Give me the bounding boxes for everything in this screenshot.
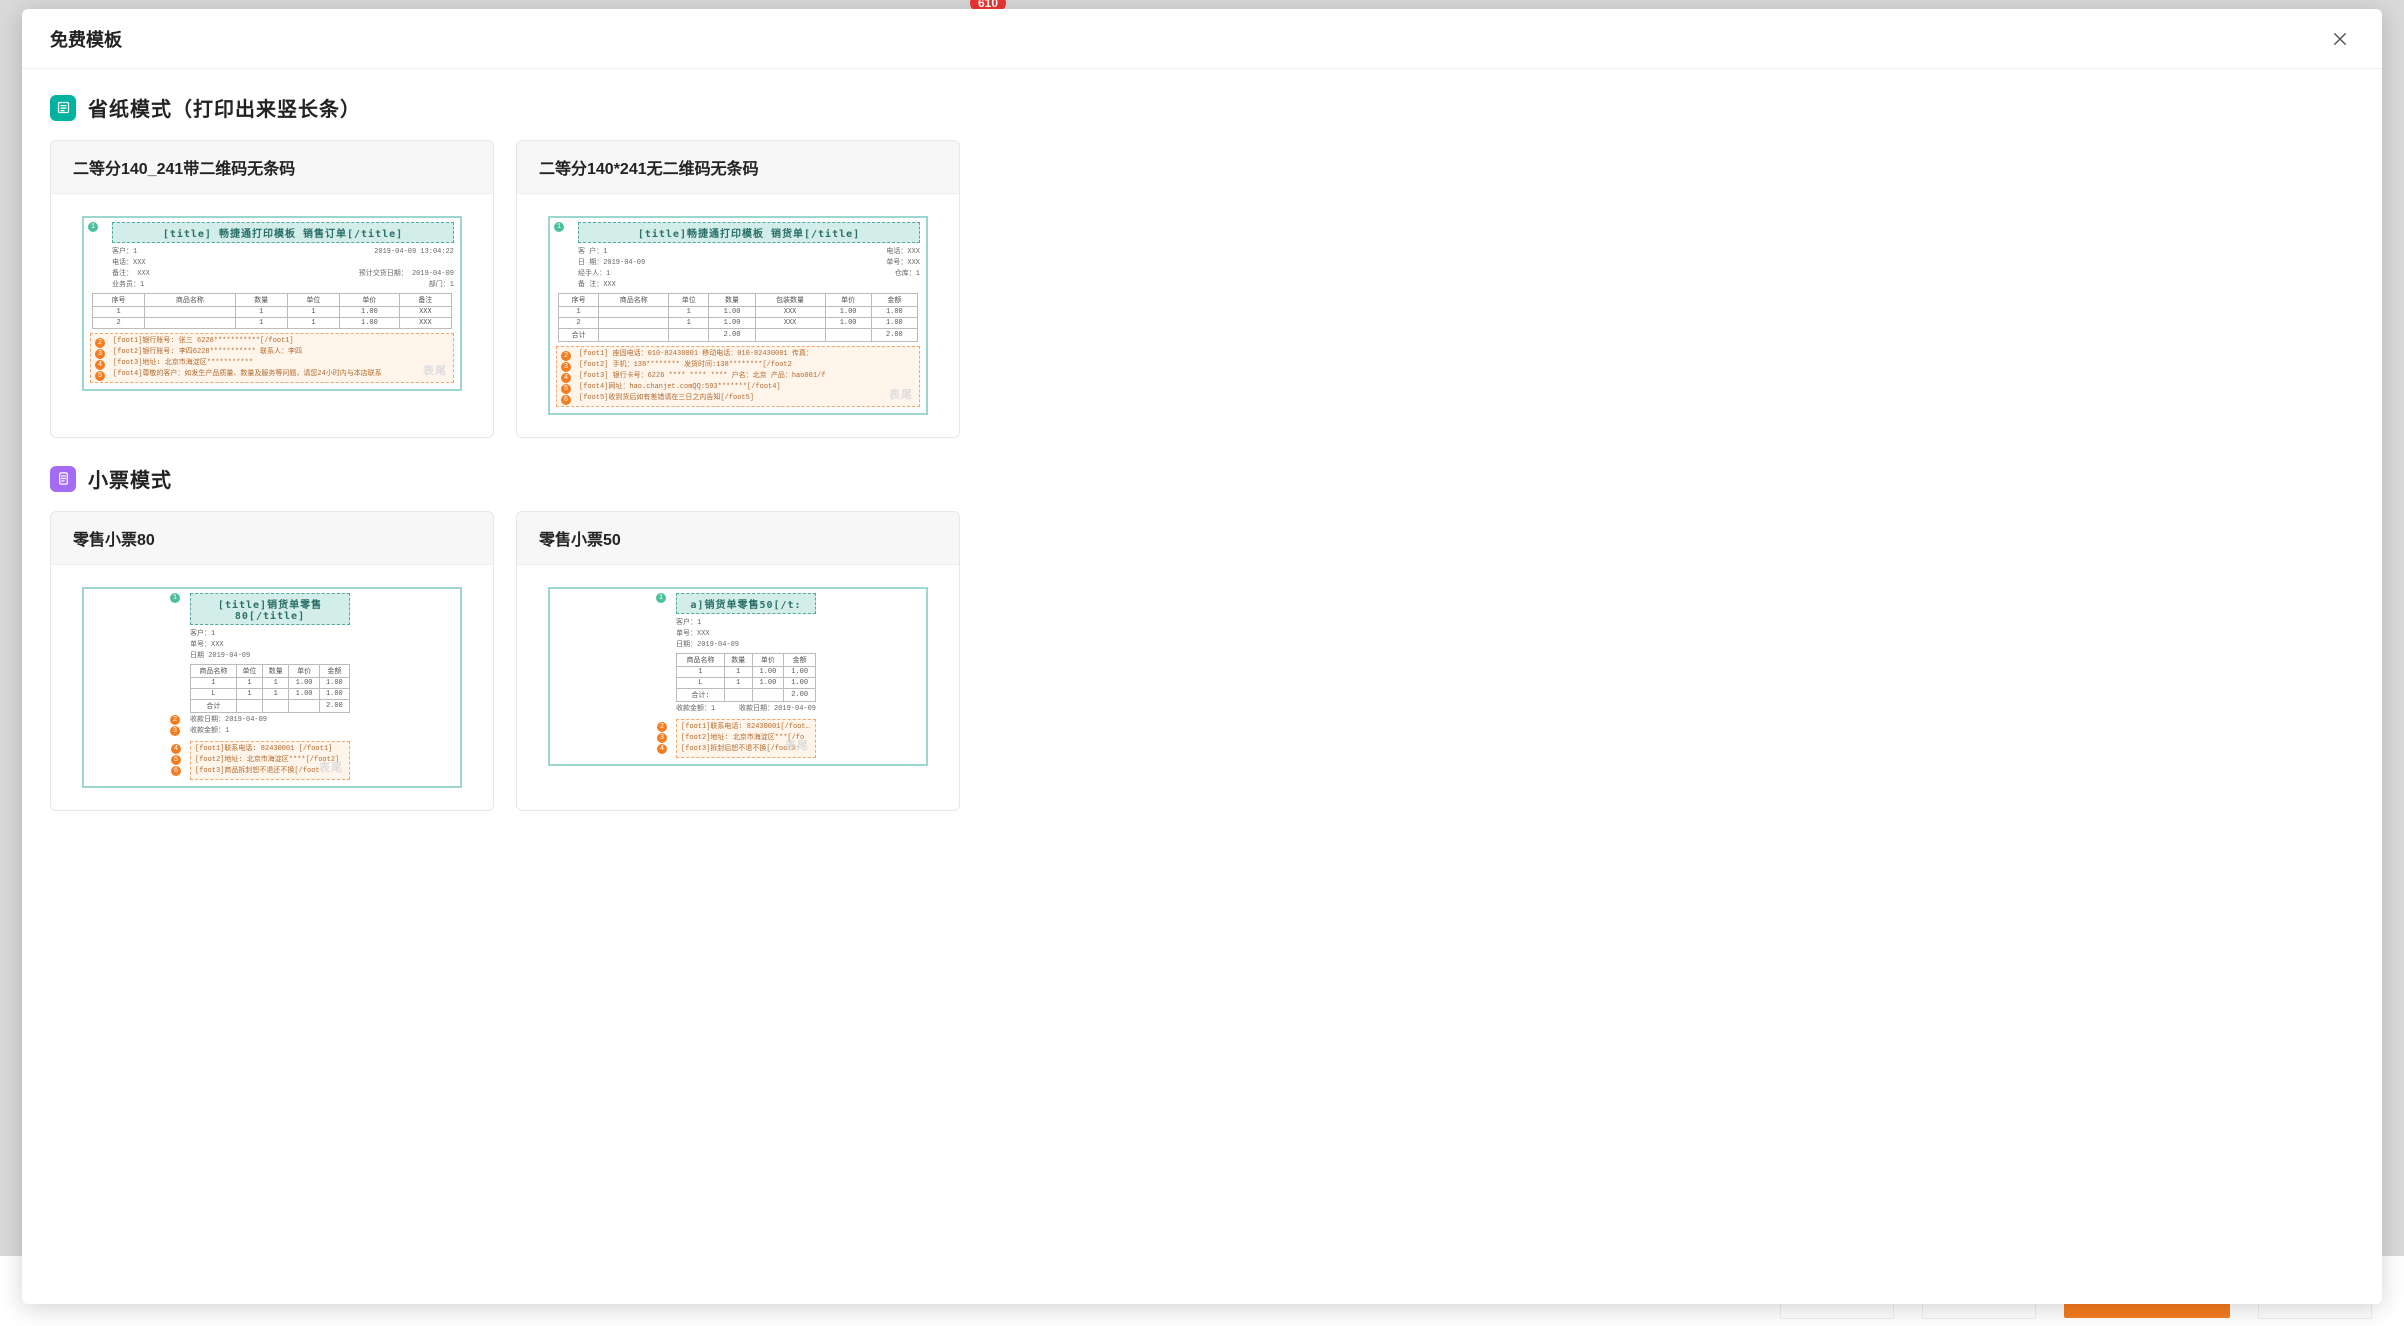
card-title: 零售小票50 [539,526,937,550]
bullet-icon: 3 [170,726,180,736]
receipt-icon [50,466,76,492]
modal-header: 免费模板 [22,9,2382,69]
bullet-icon: 4 [171,744,181,754]
preview-title: [title]畅捷通打印模板 销货单[/title] [578,222,920,243]
watermark: 表尾 [319,759,343,775]
bullet-icon: 1 [170,593,180,603]
free-templates-modal: 免费模板 省纸模式（打印出来竖长条） 二等分140_241带二维码无条码 1 [22,9,2382,1304]
template-preview: 1 [title] 畅捷通打印模板 销售订单[/title] 客户：12019-… [82,216,462,391]
template-preview: 1 a]销货单零售50[/t: 客户：1 单号：XXX 日期：2019-04-0… [548,587,928,766]
bullet-icon: 5 [561,384,571,394]
bullet-icon: 6 [561,395,571,405]
template-card-receipt-80[interactable]: 零售小票80 1 [title]销货单零售80[/title] 客户：1 单号：… [50,511,494,811]
close-icon [2331,30,2349,48]
preview-title: [title] 畅捷通打印模板 销售订单[/title] [112,222,454,243]
bullet-icon: 1 [88,222,98,232]
bullet-icon: 4 [561,373,571,383]
modal-title: 免费模板 [50,26,2326,52]
preview-title: a]销货单零售50[/t: [676,593,816,614]
bullet-icon: 3 [561,362,571,372]
template-preview: 1 [title]销货单零售80[/title] 客户：1 单号：XXX 日期 … [82,587,462,788]
card-title: 二等分140*241无二维码无条码 [539,155,937,179]
paper-save-icon [50,95,76,121]
bullet-icon: 1 [554,222,564,232]
template-preview: 1 [title]畅捷通打印模板 销货单[/title] 客 户：1电话：XXX… [548,216,928,415]
bullet-icon: 2 [561,351,571,361]
bullet-icon: 3 [657,733,667,743]
bullet-icon: 6 [171,766,181,776]
bullet-icon: 5 [171,755,181,765]
bullet-icon: 5 [95,371,105,381]
preview-title: [title]销货单零售80[/title] [190,593,350,625]
template-card-140-241-qr-nobar[interactable]: 二等分140_241带二维码无条码 1 [title] 畅捷通打印模板 销售订单… [50,140,494,438]
close-button[interactable] [2326,25,2354,53]
modal-body: 省纸模式（打印出来竖长条） 二等分140_241带二维码无条码 1 [title… [22,69,2382,1304]
section-paper-save: 省纸模式（打印出来竖长条） 二等分140_241带二维码无条码 1 [title… [50,93,2354,438]
bullet-icon: 2 [170,715,180,725]
bullet-icon: 2 [95,338,105,348]
section-title-receipt: 小票模式 [88,464,172,493]
template-card-receipt-50[interactable]: 零售小票50 1 a]销货单零售50[/t: 客户：1 单号：XXX 日期：20… [516,511,960,811]
bullet-icon: 3 [95,349,105,359]
bullet-icon: 2 [657,722,667,732]
watermark: 表尾 [889,386,913,402]
section-title-paper-save: 省纸模式（打印出来竖长条） [88,93,361,122]
watermark: 表尾 [785,737,809,753]
card-title: 二等分140_241带二维码无条码 [73,155,471,179]
template-card-140-241-noqr-nobar[interactable]: 二等分140*241无二维码无条码 1 [title]畅捷通打印模板 销货单[/… [516,140,960,438]
bullet-icon: 1 [656,593,666,603]
bullet-icon: 4 [95,360,105,370]
bullet-icon: 4 [657,744,667,754]
watermark: 表尾 [423,362,447,378]
card-title: 零售小票80 [73,526,471,550]
section-receipt: 小票模式 零售小票80 1 [title]销货单零售80[/title] 客户：… [50,464,2354,811]
